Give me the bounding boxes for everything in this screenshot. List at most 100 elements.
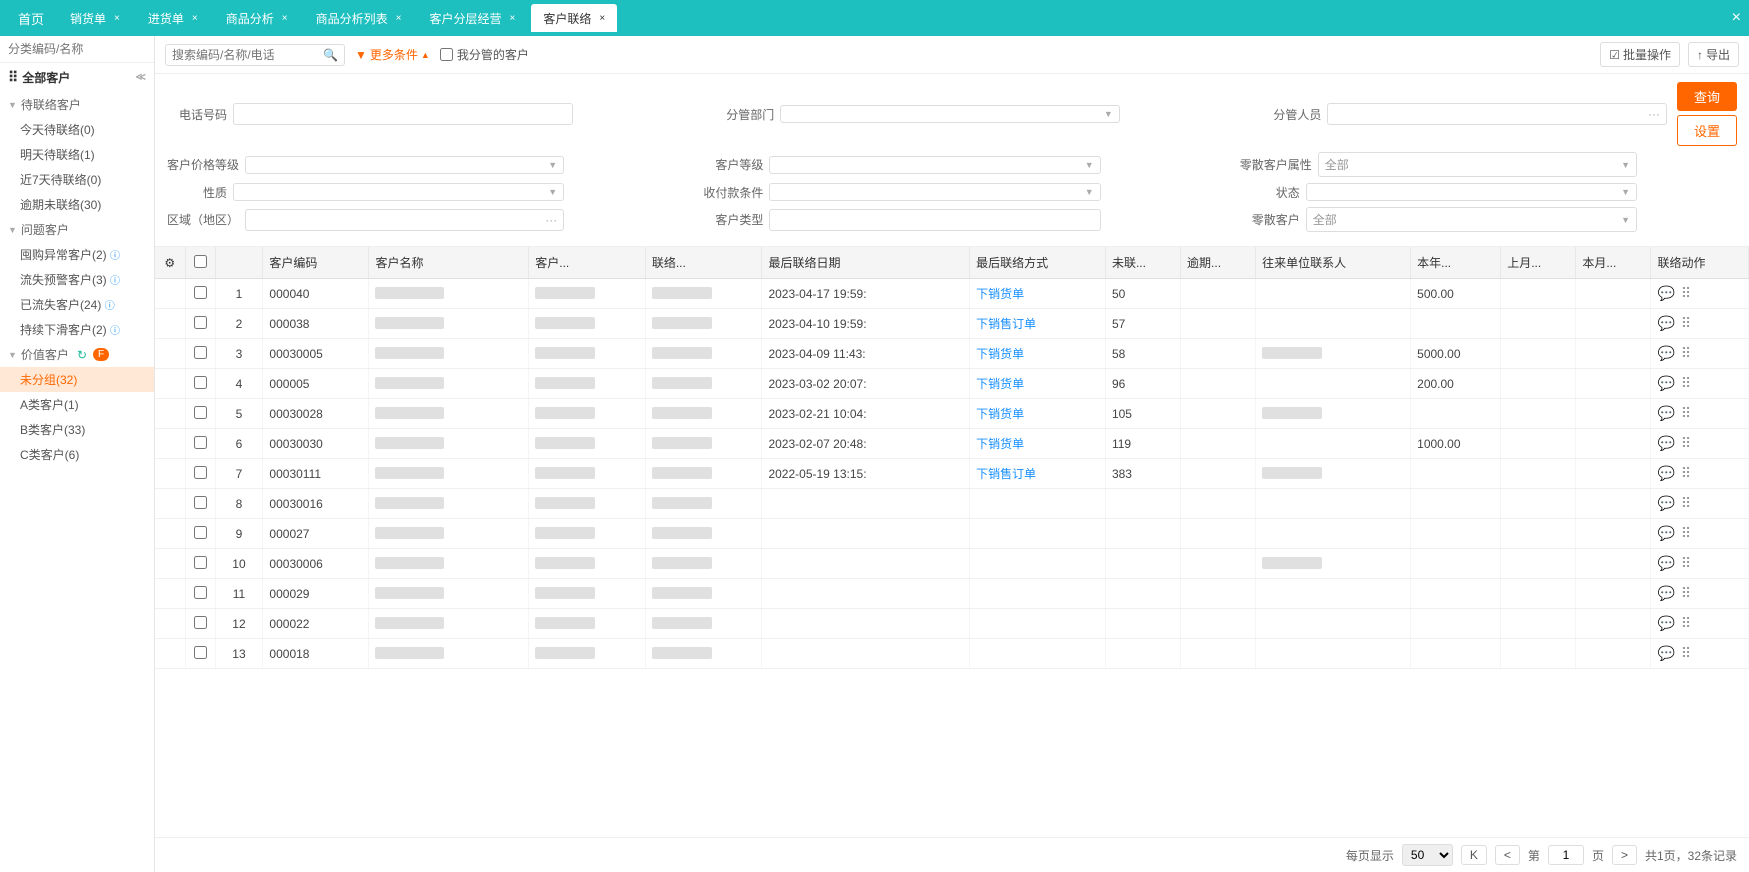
nav-home[interactable]: 首页 <box>8 9 54 28</box>
sidebar-item-tomorrow[interactable]: 明天待联络(1) <box>0 142 154 167</box>
my-customers-checkbox[interactable] <box>440 48 453 61</box>
nav-tab-analysis-list-close[interactable]: × <box>396 13 402 24</box>
contact-way-link[interactable]: 下销售订单 <box>976 467 1036 481</box>
contact-grid-icon[interactable]: ⠿ <box>1681 315 1691 332</box>
contact-grid-icon[interactable]: ⠿ <box>1681 345 1691 362</box>
nav-tab-purchase-close[interactable]: × <box>192 13 198 24</box>
sidebar-item-class-a[interactable]: A类客户(1) <box>0 392 154 417</box>
sidebar-item-class-b[interactable]: B类客户(33) <box>0 417 154 442</box>
sidebar-item-7days[interactable]: 近7天待联络(0) <box>0 167 154 192</box>
sidebar-search-input[interactable] <box>8 42 155 56</box>
row-check[interactable] <box>194 496 207 509</box>
row-check[interactable] <box>194 526 207 539</box>
contact-msg-icon[interactable]: 💬 <box>1657 375 1674 392</box>
filter-person-dots[interactable]: ··· <box>1648 107 1660 121</box>
row-check[interactable] <box>194 376 207 389</box>
sidebar-group-waiting[interactable]: ▼ 待联络客户 <box>0 92 154 117</box>
sidebar-item-today[interactable]: 今天待联络(0) <box>0 117 154 142</box>
nav-tab-sales-close[interactable]: × <box>114 13 120 24</box>
contact-msg-icon[interactable]: 💬 <box>1657 555 1674 572</box>
filter-select-payment[interactable]: ▼ <box>769 183 1100 201</box>
reset-btn[interactable]: 设置 <box>1677 115 1737 146</box>
row-check[interactable] <box>194 646 207 659</box>
contact-way-link[interactable]: 下销货单 <box>976 437 1024 451</box>
contact-msg-icon[interactable]: 💬 <box>1657 345 1674 362</box>
contact-grid-icon[interactable]: ⠿ <box>1681 495 1691 512</box>
contact-grid-icon[interactable]: ⠿ <box>1681 555 1691 572</box>
sidebar-item-class-c[interactable]: C类客户(6) <box>0 442 154 467</box>
row-check[interactable] <box>194 616 207 629</box>
all-customers-header[interactable]: ⠿ 全部客户 ≪ <box>0 63 154 92</box>
contact-grid-icon[interactable]: ⠿ <box>1681 285 1691 302</box>
page-input[interactable] <box>1548 845 1584 865</box>
contact-grid-icon[interactable]: ⠿ <box>1681 375 1691 392</box>
sidebar-item-overdue[interactable]: 逾期未联络(30) <box>0 192 154 217</box>
prev-page-btn[interactable]: < <box>1495 845 1520 865</box>
filter-select-retail[interactable]: 全部 ▼ <box>1306 207 1637 232</box>
nav-tab-customer-segment-close[interactable]: × <box>509 13 515 24</box>
contact-way-link[interactable]: 下销货单 <box>976 407 1024 421</box>
nav-tab-sales[interactable]: 销货单 × <box>58 4 132 32</box>
more-conditions-btn[interactable]: ▼ 更多条件 ▲ <box>355 46 430 63</box>
per-page-select[interactable]: 50 100 200 <box>1402 844 1453 866</box>
row-check[interactable] <box>194 586 207 599</box>
nav-tab-purchase[interactable]: 进货单 × <box>136 4 210 32</box>
contact-msg-icon[interactable]: 💬 <box>1657 585 1674 602</box>
contact-msg-icon[interactable]: 💬 <box>1657 615 1674 632</box>
contact-way-link[interactable]: 下销售订单 <box>976 317 1036 331</box>
contact-msg-icon[interactable]: 💬 <box>1657 465 1674 482</box>
contact-grid-icon[interactable]: ⠿ <box>1681 465 1691 482</box>
filter-select-status[interactable]: ▼ <box>1306 183 1637 201</box>
first-page-btn[interactable]: K <box>1461 845 1487 865</box>
row-check[interactable] <box>194 286 207 299</box>
sidebar-group-value[interactable]: ▼ 价值客户 ↻ F <box>0 342 154 367</box>
filter-select-dept[interactable]: ▼ <box>780 105 1120 123</box>
query-btn[interactable]: 查询 <box>1677 82 1737 111</box>
nav-tab-analysis-close[interactable]: × <box>282 13 288 24</box>
refresh-value-icon[interactable]: ↻ <box>77 348 87 362</box>
contact-way-link[interactable]: 下销货单 <box>976 377 1024 391</box>
sidebar-item-abnormal[interactable]: 囤购异常客户(2) ⓘ <box>0 242 154 267</box>
row-check[interactable] <box>194 316 207 329</box>
sidebar-item-churned[interactable]: 已流失客户(24) ⓘ <box>0 292 154 317</box>
contact-msg-icon[interactable]: 💬 <box>1657 405 1674 422</box>
filter-input-ctype[interactable] <box>769 209 1100 231</box>
nav-tab-customer-contact-close[interactable]: × <box>599 13 605 24</box>
filter-select-grade[interactable]: ▼ <box>769 156 1100 174</box>
contact-grid-icon[interactable]: ⠿ <box>1681 615 1691 632</box>
row-check[interactable] <box>194 406 207 419</box>
filter-input-phone[interactable] <box>233 103 573 125</box>
check-all[interactable] <box>194 255 207 268</box>
contact-msg-icon[interactable]: 💬 <box>1657 285 1674 302</box>
contact-msg-icon[interactable]: 💬 <box>1657 645 1674 662</box>
close-all-icon[interactable]: × <box>1732 9 1741 27</box>
main-search-input[interactable] <box>172 48 319 62</box>
contact-msg-icon[interactable]: 💬 <box>1657 525 1674 542</box>
nav-tab-customer-contact[interactable]: 客户联络 × <box>531 4 617 32</box>
next-page-btn[interactable]: > <box>1612 845 1637 865</box>
row-check[interactable] <box>194 466 207 479</box>
contact-msg-icon[interactable]: 💬 <box>1657 315 1674 332</box>
sidebar-item-declining[interactable]: 持续下滑客户(2) ⓘ <box>0 317 154 342</box>
contact-grid-icon[interactable]: ⠿ <box>1681 585 1691 602</box>
nav-tab-analysis-list[interactable]: 商品分析列表 × <box>304 4 414 32</box>
nav-tab-customer-segment[interactable]: 客户分层经营 × <box>417 4 527 32</box>
contact-grid-icon[interactable]: ⠿ <box>1681 405 1691 422</box>
sidebar-item-ungroup[interactable]: 未分组(32) <box>0 367 154 392</box>
filter-region-dots[interactable]: ··· <box>545 213 557 227</box>
sidebar-collapse-icon[interactable]: ≪ <box>136 72 146 83</box>
contact-msg-icon[interactable]: 💬 <box>1657 495 1674 512</box>
contact-grid-icon[interactable]: ⠿ <box>1681 435 1691 452</box>
row-check[interactable] <box>194 436 207 449</box>
contact-grid-icon[interactable]: ⠿ <box>1681 645 1691 662</box>
export-btn[interactable]: ↑ 导出 <box>1688 42 1739 67</box>
batch-op-btn[interactable]: ☑ 批量操作 <box>1600 42 1680 67</box>
nav-tab-analysis[interactable]: 商品分析 × <box>214 4 300 32</box>
main-search-icon[interactable]: 🔍 <box>323 48 338 62</box>
col-check[interactable] <box>185 247 215 279</box>
row-check[interactable] <box>194 556 207 569</box>
filter-select-retail-attr[interactable]: 全部 ▼ <box>1318 152 1637 177</box>
contact-way-link[interactable]: 下销货单 <box>976 287 1024 301</box>
row-check[interactable] <box>194 346 207 359</box>
contact-grid-icon[interactable]: ⠿ <box>1681 525 1691 542</box>
